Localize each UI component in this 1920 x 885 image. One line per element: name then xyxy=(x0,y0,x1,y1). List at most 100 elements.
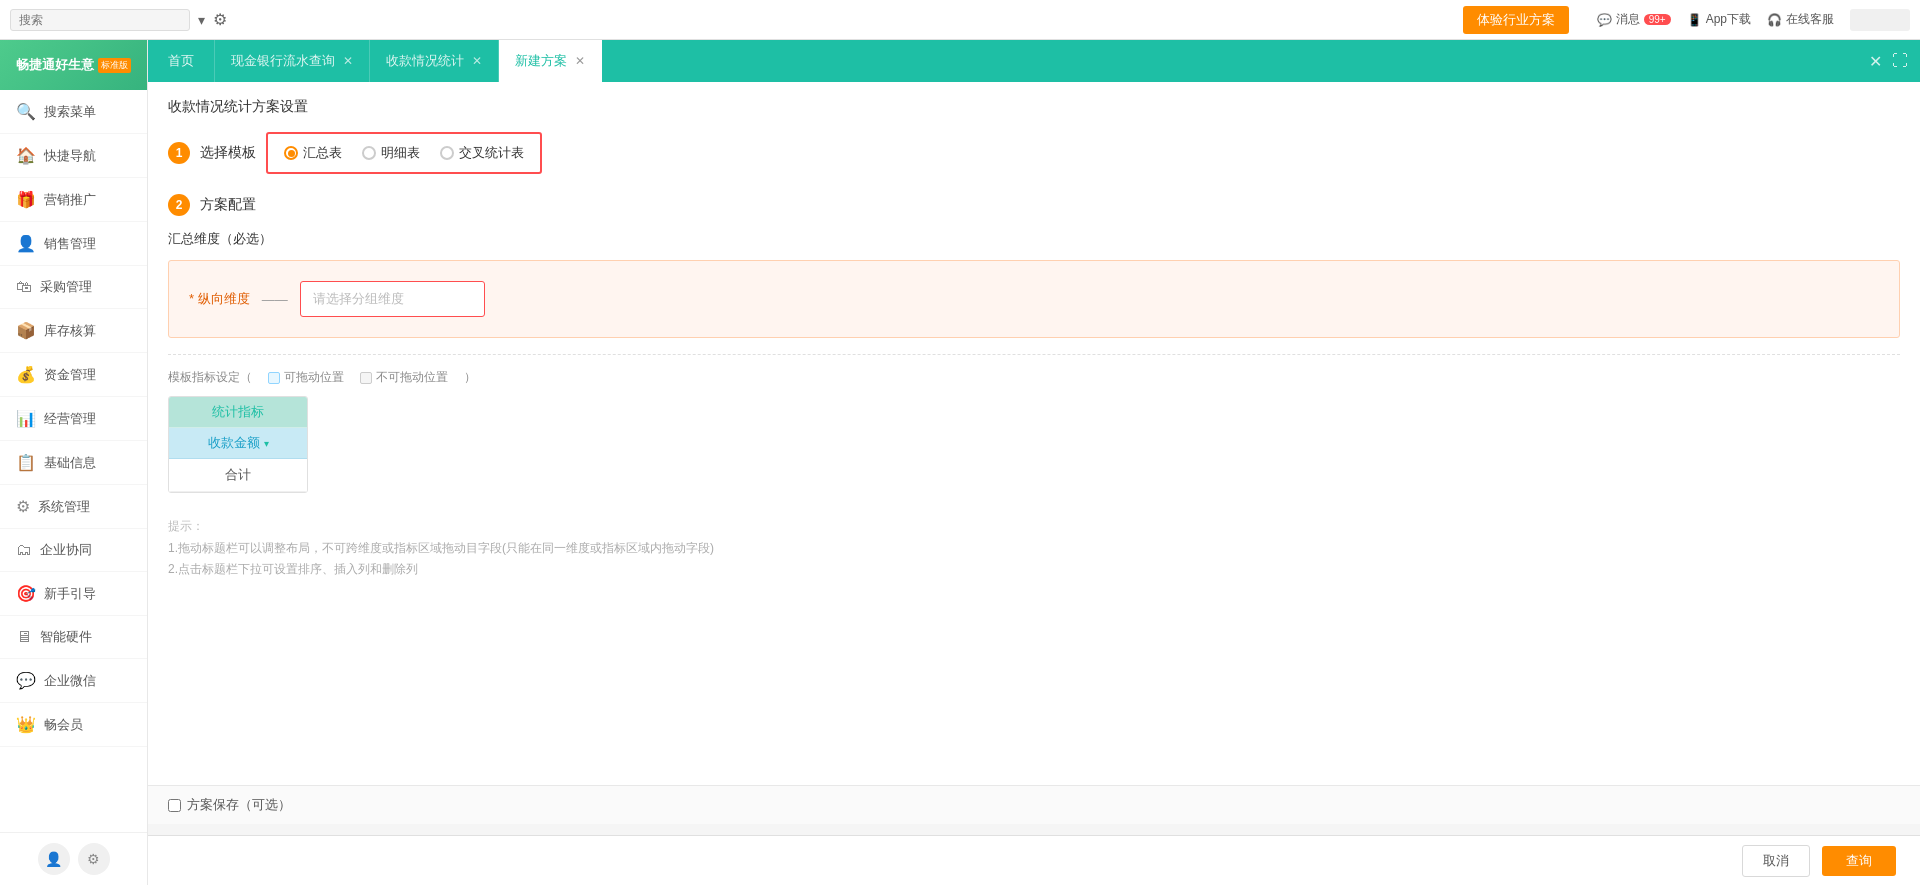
sidebar: 畅捷通好生意 标准版 🔍 搜索菜单 🏠 快捷导航 🎁 营销推广 👤 销售管理 🛍… xyxy=(0,40,148,885)
sidebar-item-collab[interactable]: 🗂 企业协同 xyxy=(0,529,147,572)
guide-icon: 🎯 xyxy=(16,584,36,603)
query-button[interactable]: 查询 xyxy=(1822,846,1896,876)
tab-bar-right: ✕ ⛶ xyxy=(1857,40,1920,82)
sidebar-item-inventory[interactable]: 📦 库存核算 xyxy=(0,309,147,353)
logo-badge: 标准版 xyxy=(98,58,131,73)
user-avatar[interactable] xyxy=(1850,9,1910,31)
tab-home[interactable]: 首页 xyxy=(148,40,215,82)
sidebar-item-nav[interactable]: 🏠 快捷导航 xyxy=(0,134,147,178)
sidebar-item-label: 销售管理 xyxy=(44,235,96,253)
movable-legend-dot xyxy=(268,372,280,384)
user-icon: 👤 xyxy=(16,234,36,253)
message-action[interactable]: 💬 消息 99+ xyxy=(1597,11,1671,28)
tab-label: 收款情况统计 xyxy=(386,52,464,70)
tips-title: 提示： xyxy=(168,519,204,533)
sidebar-item-finance[interactable]: 💰 资金管理 xyxy=(0,353,147,397)
sidebar-item-label: 系统管理 xyxy=(38,498,90,516)
search-input[interactable] xyxy=(10,9,190,31)
tip2: 2.点击标题栏下拉可设置排序、插入列和删除列 xyxy=(168,559,1900,581)
service-label: 在线客服 xyxy=(1786,11,1834,28)
radio-cross[interactable]: 交叉统计表 xyxy=(440,144,524,162)
config-section: 汇总维度（必选） * 纵向维度 —— 请选择分组维度 模板指标设定（ xyxy=(168,230,1900,581)
page-footer: 方案保存（可选） xyxy=(148,785,1920,824)
sidebar-item-basic-info[interactable]: 📋 基础信息 xyxy=(0,441,147,485)
download-action[interactable]: 📱 App下载 xyxy=(1687,11,1751,28)
content-area: 收款情况统计方案设置 1 选择模板 汇总表 xyxy=(148,82,1920,835)
sidebar-item-wechat[interactable]: 💬 企业微信 xyxy=(0,659,147,703)
cancel-button[interactable]: 取消 xyxy=(1742,845,1810,877)
sidebar-item-member[interactable]: 👑 畅会员 xyxy=(0,703,147,747)
hardware-icon: 🖥 xyxy=(16,628,32,646)
sidebar-item-sales[interactable]: 👤 销售管理 xyxy=(0,222,147,266)
radio-label-summary: 汇总表 xyxy=(303,144,342,162)
sidebar-logo: 畅捷通好生意 标准版 xyxy=(0,40,147,90)
sidebar-item-search[interactable]: 🔍 搜索菜单 xyxy=(0,90,147,134)
sidebar-item-label: 搜索菜单 xyxy=(44,103,96,121)
radio-group: 汇总表 明细表 交叉统计表 xyxy=(284,144,524,162)
indicator-header[interactable]: 统计指标 xyxy=(169,397,307,428)
trial-button[interactable]: 体验行业方案 xyxy=(1463,6,1569,34)
dropdown-icon[interactable]: ▾ xyxy=(198,12,205,28)
radio-circle-cross xyxy=(440,146,454,160)
message-icon: 💬 xyxy=(1597,13,1612,27)
step1-number: 1 xyxy=(168,142,190,164)
message-label: 消息 xyxy=(1616,11,1640,28)
sidebar-item-label: 库存核算 xyxy=(44,322,96,340)
tab-label: 现金银行流水查询 xyxy=(231,52,335,70)
sidebar-item-purchase[interactable]: 🛍 采购管理 xyxy=(0,266,147,309)
gear-icon: ⚙ xyxy=(16,497,30,516)
close-window-icon[interactable]: ✕ xyxy=(1869,52,1882,71)
sidebar-item-label: 企业协同 xyxy=(40,541,92,559)
total-label: 合计 xyxy=(225,467,251,482)
logo-text: 畅捷通好生意 xyxy=(16,56,94,74)
sidebar-item-label: 畅会员 xyxy=(44,716,83,734)
vertical-dimension-label: * 纵向维度 xyxy=(189,290,250,308)
sidebar-item-management[interactable]: 📊 经营管理 xyxy=(0,397,147,441)
gear-icon[interactable]: ⚙ xyxy=(213,10,227,29)
sidebar-item-system[interactable]: ⚙ 系统管理 xyxy=(0,485,147,529)
tab-close-icon[interactable]: ✕ xyxy=(343,54,353,68)
tab-close-icon[interactable]: ✕ xyxy=(472,54,482,68)
right-area: 首页 现金银行流水查询 ✕ 收款情况统计 ✕ 新建方案 ✕ ✕ ⛶ xyxy=(148,40,1920,885)
tab-cashflow[interactable]: 现金银行流水查询 ✕ xyxy=(215,40,370,82)
sidebar-item-guide[interactable]: 🎯 新手引导 xyxy=(0,572,147,616)
sidebar-bottom-icon2[interactable]: ⚙ xyxy=(78,843,110,875)
save-plan-input[interactable] xyxy=(168,799,181,812)
box-icon: 📦 xyxy=(16,321,36,340)
sidebar-item-label: 快捷导航 xyxy=(44,147,96,165)
dimension-select[interactable]: 请选择分组维度 xyxy=(300,281,485,317)
gift-icon: 🎁 xyxy=(16,190,36,209)
chart-icon: 📊 xyxy=(16,409,36,428)
fixed-legend-label: 不可拖动位置 xyxy=(376,369,448,386)
step2-section: 2 方案配置 汇总维度（必选） * 纵向维度 —— 请选择分组维度 xyxy=(168,194,1900,581)
sidebar-item-label: 新手引导 xyxy=(44,585,96,603)
main-layout: 畅捷通好生意 标准版 🔍 搜索菜单 🏠 快捷导航 🎁 营销推广 👤 销售管理 🛍… xyxy=(0,40,1920,885)
tab-label: 新建方案 xyxy=(515,52,567,70)
service-action[interactable]: 🎧 在线客服 xyxy=(1767,11,1834,28)
sidebar-item-label: 营销推广 xyxy=(44,191,96,209)
top-right-actions: 💬 消息 99+ 📱 App下载 🎧 在线客服 xyxy=(1597,9,1910,31)
sidebar-item-hardware[interactable]: 🖥 智能硬件 xyxy=(0,616,147,659)
page-title: 收款情况统计方案设置 xyxy=(168,98,1900,116)
save-plan-checkbox[interactable]: 方案保存（可选） xyxy=(168,796,291,814)
home-icon: 🏠 xyxy=(16,146,36,165)
column-header[interactable]: 收款金额 ▾ xyxy=(169,428,307,459)
radio-detail[interactable]: 明细表 xyxy=(362,144,420,162)
tab-collection[interactable]: 收款情况统计 ✕ xyxy=(370,40,499,82)
sidebar-item-marketing[interactable]: 🎁 营销推广 xyxy=(0,178,147,222)
radio-summary[interactable]: 汇总表 xyxy=(284,144,342,162)
step1-section: 1 选择模板 汇总表 明细表 xyxy=(168,132,1900,174)
total-cell: 合计 xyxy=(169,459,307,492)
service-icon: 🎧 xyxy=(1767,13,1782,27)
download-label: App下载 xyxy=(1706,11,1751,28)
sidebar-item-label: 智能硬件 xyxy=(40,628,92,646)
sidebar-bottom-icon1[interactable]: 👤 xyxy=(38,843,70,875)
arrow-icon: —— xyxy=(262,292,288,307)
step2-title: 方案配置 xyxy=(200,196,256,214)
search-icon: 🔍 xyxy=(16,102,36,121)
tab-new-plan[interactable]: 新建方案 ✕ xyxy=(499,40,602,82)
tab-close-icon[interactable]: ✕ xyxy=(575,54,585,68)
sidebar-item-label: 企业微信 xyxy=(44,672,96,690)
maximize-icon[interactable]: ⛶ xyxy=(1892,52,1908,70)
step2-header: 2 方案配置 xyxy=(168,194,1900,216)
